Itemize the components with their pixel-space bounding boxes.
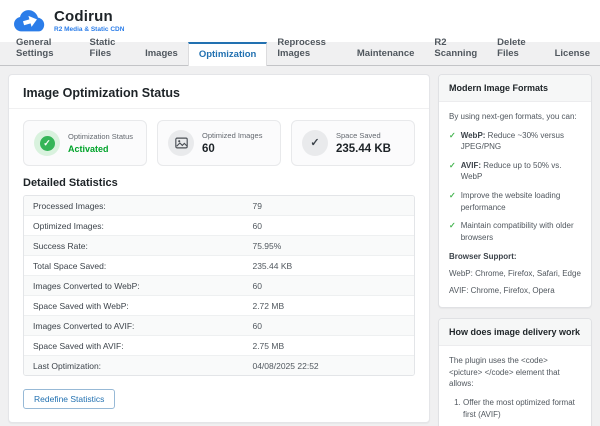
- tab-optimization[interactable]: Optimization: [188, 42, 268, 66]
- stat-label: Optimization Status: [68, 132, 133, 141]
- tab-general-settings[interactable]: General Settings: [6, 31, 80, 65]
- status-check-circle-icon: ✓: [34, 130, 60, 156]
- table-row: Images Converted to AVIF:60: [24, 315, 414, 335]
- check-icon: ✓: [449, 130, 456, 153]
- stat-value-activated: Activated: [68, 144, 133, 154]
- table-row: Space Saved with AVIF:2.75 MB: [24, 335, 414, 355]
- tab-static-files[interactable]: Static Files: [80, 31, 136, 65]
- settings-tabbar: General Settings Static Files Images Opt…: [0, 42, 600, 66]
- brand-block: Codirun R2 Media & Static CDN: [54, 9, 124, 33]
- stat-value-space-saved: 235.44 KB: [336, 143, 391, 155]
- check-icon: ✓: [302, 130, 328, 156]
- tab-images[interactable]: Images: [135, 42, 188, 65]
- stat-label: Optimized Images: [202, 131, 262, 140]
- table-row: Processed Images:79: [24, 196, 414, 215]
- delivery-steps-list: Offer the most optimized format first (A…: [463, 397, 581, 426]
- detailed-statistics-table: Processed Images:79 Optimized Images:60 …: [23, 195, 415, 376]
- codirun-cloud-logo-icon: [13, 9, 46, 33]
- formats-intro: By using next-gen formats, you can:: [449, 111, 581, 123]
- main-column: Image Optimization Status ✓ Optimization…: [8, 74, 430, 426]
- optimization-status-title: Image Optimization Status: [9, 75, 429, 109]
- stat-value-optimized-count: 60: [202, 143, 262, 155]
- image-delivery-title: How does image delivery work: [439, 319, 591, 346]
- benefit-item: ✓ Maintain compatibility with older brow…: [449, 220, 581, 243]
- image-delivery-panel: How does image delivery work The plugin …: [438, 318, 592, 426]
- benefit-item: ✓ Improve the website loading performanc…: [449, 190, 581, 213]
- tab-license[interactable]: License: [545, 42, 600, 65]
- app-title: Codirun: [54, 9, 124, 25]
- table-row: Last Optimization:04/08/2025 22:52: [24, 355, 414, 375]
- webp-support-line: WebP: Chrome, Firefox, Safari, Edge: [449, 268, 581, 280]
- tab-delete-files[interactable]: Delete Files: [487, 31, 544, 65]
- avif-support-line: AVIF: Chrome, Firefox, Opera: [449, 285, 581, 297]
- delivery-intro: The plugin uses the <code> <picture> </c…: [449, 355, 581, 390]
- modern-image-formats-panel: Modern Image Formats By using next-gen f…: [438, 74, 592, 308]
- tab-r2-scanning[interactable]: R2 Scanning: [424, 31, 487, 65]
- detailed-statistics-title: Detailed Statistics: [9, 166, 429, 195]
- sidebar: Modern Image Formats By using next-gen f…: [438, 74, 592, 426]
- image-icon: [168, 130, 194, 156]
- delivery-step: Offer the most optimized format first (A…: [463, 397, 581, 420]
- table-row: Optimized Images:60: [24, 215, 414, 235]
- content-area: Image Optimization Status ✓ Optimization…: [0, 66, 600, 426]
- benefit-item: ✓ WebP: Reduce ~30% versus JPEG/PNG: [449, 130, 581, 153]
- tab-maintenance[interactable]: Maintenance: [347, 42, 425, 65]
- browser-support-label: Browser Support:: [449, 251, 581, 263]
- space-saved-stat-card: ✓ Space Saved 235.44 KB: [291, 120, 415, 166]
- stat-label: Space Saved: [336, 131, 391, 140]
- table-row: Space Saved with WebP:2.72 MB: [24, 295, 414, 315]
- table-row: Success Rate:75.95%: [24, 235, 414, 255]
- tab-reprocess-images[interactable]: Reprocess Images: [267, 31, 347, 65]
- check-icon: ✓: [449, 190, 456, 213]
- benefit-item: ✓ AVIF: Reduce up to 50% vs. WebP: [449, 160, 581, 183]
- check-icon: ✓: [449, 160, 456, 183]
- optimization-status-card: Image Optimization Status ✓ Optimization…: [8, 74, 430, 423]
- check-icon: ✓: [449, 220, 456, 243]
- table-row: Images Converted to WebP:60: [24, 275, 414, 295]
- status-summary-row: ✓ Optimization Status Activated: [9, 109, 429, 166]
- modern-image-formats-title: Modern Image Formats: [439, 75, 591, 102]
- redefine-statistics-button[interactable]: Redefine Statistics: [23, 389, 115, 409]
- optimized-images-stat-card: Optimized Images 60: [157, 120, 281, 166]
- table-row: Total Space Saved:235.44 KB: [24, 255, 414, 275]
- optimization-status-stat-card: ✓ Optimization Status Activated: [23, 120, 147, 166]
